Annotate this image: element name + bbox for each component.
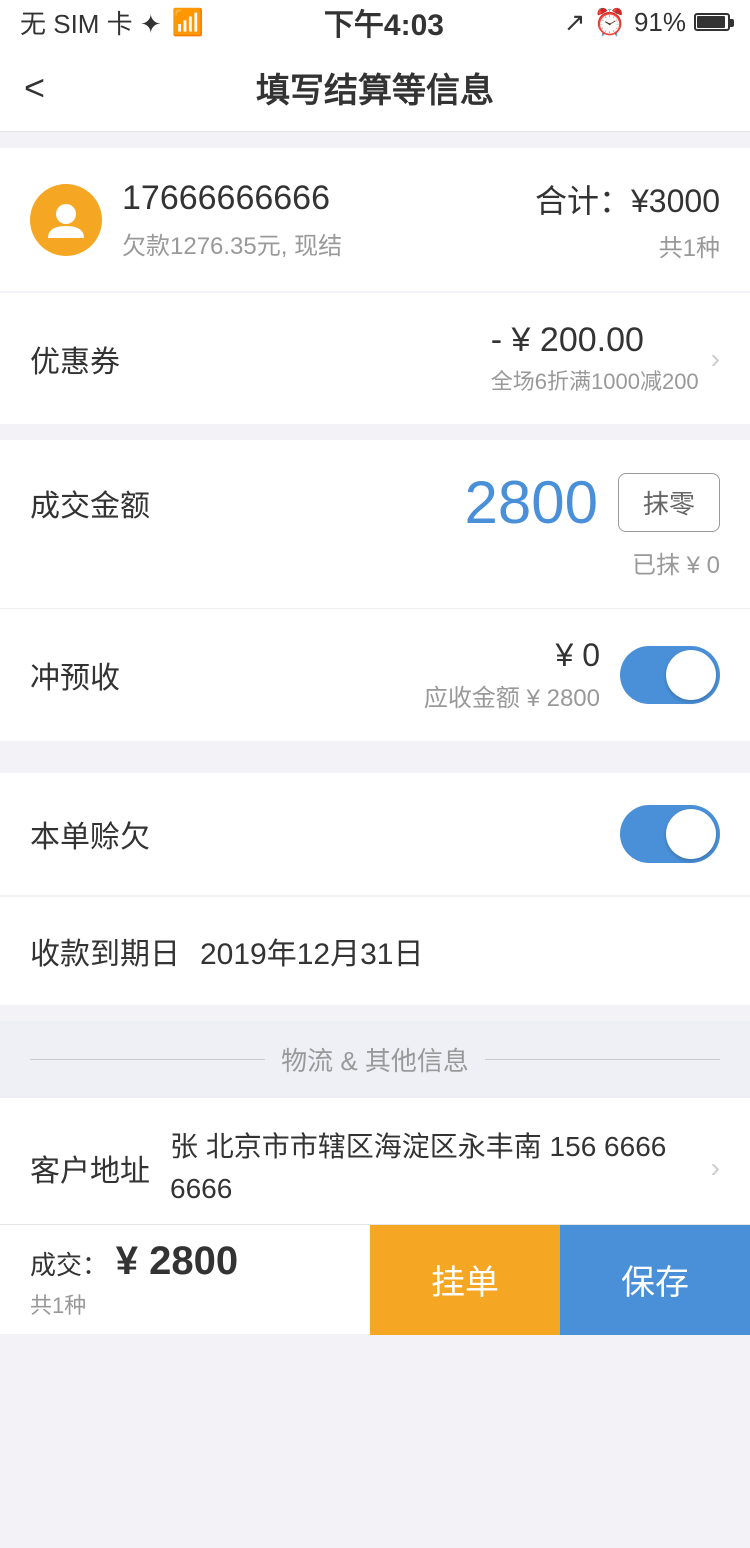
amount-sub: 已抹 ¥ 0 xyxy=(632,552,720,579)
pre-value: ¥ 0 xyxy=(424,637,600,674)
status-time: 下午4:03 xyxy=(324,0,444,44)
due-date-label: 收款到期日 xyxy=(30,929,180,973)
total-count: 共1种 xyxy=(535,228,720,263)
status-left: 无 SIM 卡 ✦ 📶 xyxy=(20,4,204,41)
bottom-deal-row: 成交： ¥ 2800 xyxy=(30,1239,340,1284)
bottom-info: 成交： ¥ 2800 共1种 xyxy=(0,1239,370,1320)
logistics-section-label: 物流 & 其他信息 xyxy=(281,1041,469,1078)
amount-value: 2800 xyxy=(465,468,598,537)
bottom-deal-price: ¥ 2800 xyxy=(116,1239,238,1283)
logistics-divider: 物流 & 其他信息 xyxy=(0,1021,750,1098)
bottom-count: 共1种 xyxy=(30,1288,340,1320)
amount-right: 2800 抹零 xyxy=(465,468,721,537)
pre-collection-row: 冲预收 ¥ 0 应收金额 ¥ 2800 xyxy=(0,608,750,741)
amount-label: 成交金额 xyxy=(30,481,150,525)
bottom-bar: 成交： ¥ 2800 共1种 挂单 保存 xyxy=(0,1224,750,1334)
pre-collection-right: ¥ 0 应收金额 ¥ 2800 xyxy=(424,637,720,713)
pre-value-block: ¥ 0 应收金额 ¥ 2800 xyxy=(424,637,600,713)
coupon-right: - ¥ 200.00 全场6折满1000减200 › xyxy=(491,321,720,396)
bottom-deal-label: 成交： xyxy=(30,1250,108,1280)
due-date-row: 收款到期日 2019年12月31日 xyxy=(0,897,750,1005)
avatar xyxy=(30,184,102,256)
customer-info: 17666666666 欠款1276.35元, 现结 xyxy=(122,179,342,261)
address-row[interactable]: 客户地址 张 北京市市辖区海淀区永丰南 156 6666 6666 › xyxy=(0,1098,750,1238)
total-amount: 合计：¥3000 xyxy=(535,176,720,222)
due-date-value: 2019年12月31日 xyxy=(200,929,423,973)
coupon-value: - ¥ 200.00 xyxy=(491,321,699,360)
status-bar: 无 SIM 卡 ✦ 📶 下午4:03 ↗ ⏰ 91% xyxy=(0,0,750,44)
arrears-row: 本单赊欠 xyxy=(0,773,750,895)
arrears-toggle[interactable] xyxy=(620,805,720,863)
battery-percent: 91% xyxy=(634,7,686,38)
location-icon: ↗ xyxy=(564,7,586,38)
hang-button[interactable]: 挂单 xyxy=(370,1225,560,1335)
divider-line-left xyxy=(30,1059,265,1060)
pre-collection-label: 冲预收 xyxy=(30,653,120,697)
customer-total: 合计：¥3000 共1种 xyxy=(535,176,720,263)
pre-sub: 应收金额 ¥ 2800 xyxy=(424,678,600,713)
nav-bar: < 填写结算等信息 xyxy=(0,44,750,132)
address-value: 张 北京市市辖区海淀区永丰南 156 6666 6666 xyxy=(170,1126,699,1210)
customer-phone: 17666666666 xyxy=(122,179,342,218)
divider-line-right xyxy=(485,1059,720,1060)
coupon-desc: 全场6折满1000减200 xyxy=(491,364,699,396)
customer-card: 17666666666 欠款1276.35元, 现结 合计：¥3000 共1种 xyxy=(0,148,750,291)
battery-icon xyxy=(694,13,730,31)
status-right: ↗ ⏰ 91% xyxy=(564,7,730,38)
pre-collection-toggle[interactable] xyxy=(620,646,720,704)
alarm-icon: ⏰ xyxy=(594,7,626,38)
customer-left: 17666666666 欠款1276.35元, 现结 xyxy=(30,179,342,261)
chevron-right-icon: › xyxy=(711,343,720,375)
save-button[interactable]: 保存 xyxy=(560,1225,750,1335)
address-label: 客户地址 xyxy=(30,1146,150,1190)
user-icon xyxy=(44,198,88,242)
chevron-right-icon-2: › xyxy=(711,1152,720,1184)
round-button[interactable]: 抹零 xyxy=(618,473,720,532)
back-button[interactable]: < xyxy=(24,67,45,109)
sim-label: 无 SIM 卡 ✦ xyxy=(20,4,162,41)
coupon-label: 优惠券 xyxy=(30,337,120,381)
wifi-icon: 📶 xyxy=(172,7,204,38)
amount-section: 成交金额 2800 抹零 已抹 ¥ 0 xyxy=(0,440,750,608)
section-divider-2 xyxy=(0,741,750,757)
arrears-label: 本单赊欠 xyxy=(30,812,150,856)
bottom-padding xyxy=(0,1438,750,1548)
page-title: 填写结算等信息 xyxy=(256,63,494,112)
customer-sub: 欠款1276.35元, 现结 xyxy=(122,226,342,261)
amount-row: 成交金额 2800 抹零 xyxy=(30,468,720,537)
coupon-row[interactable]: 优惠券 - ¥ 200.00 全场6折满1000减200 › xyxy=(0,293,750,424)
section-divider xyxy=(0,424,750,440)
